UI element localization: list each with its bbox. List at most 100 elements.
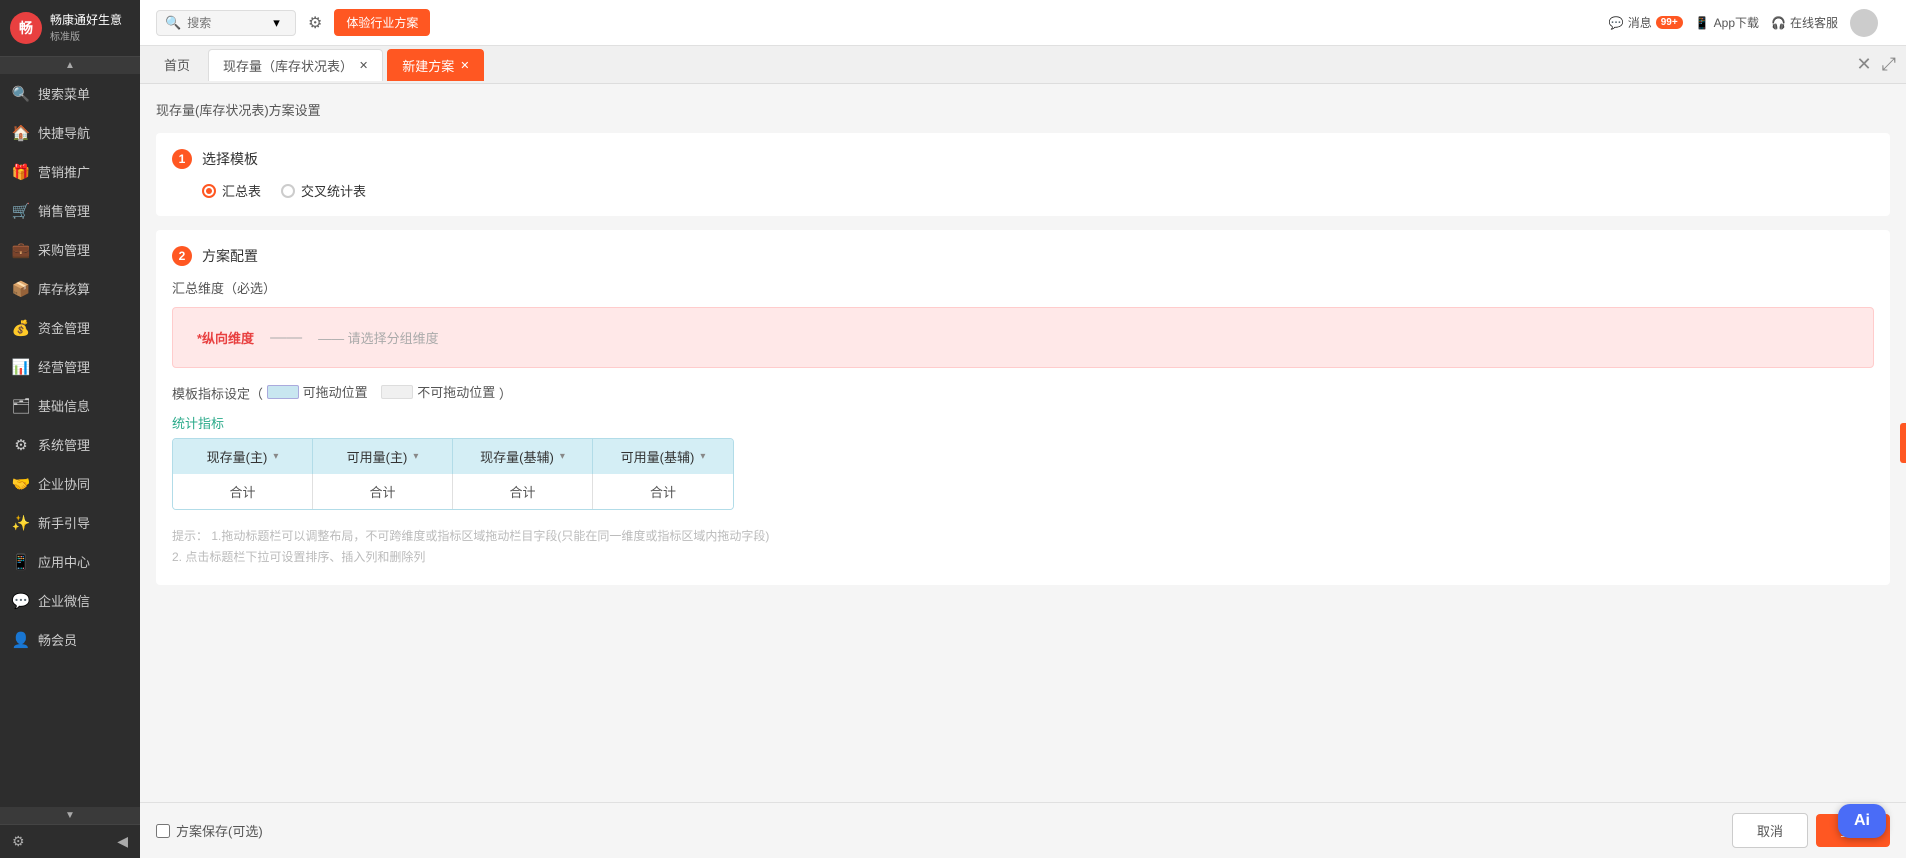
sidebar-item-corp-weixin[interactable]: 💬 企业微信: [0, 581, 140, 620]
online-service-button[interactable]: 🎧 在线客服: [1771, 14, 1838, 31]
sales-icon: 🛒: [12, 202, 30, 220]
col-body-0: 合计: [173, 474, 313, 509]
ai-button[interactable]: Ai: [1838, 804, 1886, 838]
step2-title: 方案配置: [202, 246, 258, 266]
settings-icon[interactable]: ⚙: [12, 833, 25, 850]
tab-inventory-status[interactable]: 现存量（库存状况表） ✕: [208, 49, 383, 81]
sidebar-item-label: 库存核算: [38, 279, 90, 298]
search-menu-icon: 🔍: [12, 85, 30, 103]
sidebar-item-system[interactable]: ⚙ 系统管理: [0, 425, 140, 464]
stats-section: 统计指标 现存量(主) ▾ 可用量(主) ▾ 现存量(基辅): [172, 413, 1874, 510]
sidebar-item-label: 搜索菜单: [38, 84, 90, 103]
sidebar-item-label: 企业协同: [38, 474, 90, 493]
sidebar-item-label: 经营管理: [38, 357, 90, 376]
col-body-3: 合计: [593, 474, 733, 509]
settings-gear-icon[interactable]: ⚙: [308, 13, 322, 33]
sidebar-item-sales[interactable]: 🛒 销售管理: [0, 191, 140, 230]
radio-summary[interactable]: 汇总表: [202, 181, 261, 200]
topbar: 🔍 ▾ ⚙ 体验行业方案 💬 消息 99+ 📱 App下载 🎧 在线客服: [140, 0, 1906, 46]
sidebar-item-membership[interactable]: 👤 畅会员: [0, 620, 140, 659]
tab-home[interactable]: 首页: [150, 49, 204, 80]
sidebar-nav: 🔍 搜索菜单 🏠 快捷导航 🎁 营销推广 🛒 销售管理 💼 采购管理 📦 库存核…: [0, 74, 140, 807]
service-icon: 🎧: [1771, 16, 1786, 30]
stats-table-header: 现存量(主) ▾ 可用量(主) ▾ 现存量(基辅) ▾ 可用量(基辅): [173, 439, 733, 474]
tips-section: 提示： 1.拖动标题栏可以调整布局，不可跨维度或指标区域拖动栏目字段(只能在同一…: [172, 526, 1874, 569]
sidebar-scroll-up[interactable]: ▲: [0, 57, 140, 74]
sidebar-item-operations[interactable]: 📊 经营管理: [0, 347, 140, 386]
tab-new-plan[interactable]: 新建方案 ✕: [387, 49, 484, 81]
save-checkbox[interactable]: [156, 824, 170, 838]
inventory-icon: 📦: [12, 280, 30, 298]
search-dropdown-icon[interactable]: ▾: [273, 15, 280, 31]
finance-icon: 💰: [12, 319, 30, 337]
sidebar-item-purchase[interactable]: 💼 采购管理: [0, 230, 140, 269]
col-header-3[interactable]: 可用量(基辅) ▾: [593, 439, 733, 474]
step2-section: 2 方案配置 汇总维度（必选） *纵向维度 —— —— 请选择分组维度 模板指标…: [156, 230, 1890, 585]
sidebar-item-app-center[interactable]: 📱 应用中心: [0, 542, 140, 581]
search-input[interactable]: [187, 16, 267, 30]
corp-agreement-icon: 🤝: [12, 475, 30, 493]
dimension-placeholder: —— 请选择分组维度: [318, 328, 439, 347]
sidebar-item-finance[interactable]: 💰 资金管理: [0, 308, 140, 347]
page-title: 现存量(库存状况表)方案设置: [156, 100, 1890, 119]
purchase-icon: 💼: [12, 241, 30, 259]
user-avatar[interactable]: [1850, 9, 1878, 37]
col-header-1[interactable]: 可用量(主) ▾: [313, 439, 453, 474]
sidebar-item-inventory[interactable]: 📦 库存核算: [0, 269, 140, 308]
sidebar-item-label: 销售管理: [38, 201, 90, 220]
topbar-search-box[interactable]: 🔍 ▾: [156, 10, 296, 36]
industry-plan-button[interactable]: 体验行业方案: [334, 9, 430, 36]
dimension-row: *纵向维度 —— —— 请选择分组维度: [197, 328, 1849, 347]
metrics-label: 模板指标设定（ 可拖动位置 不可拖动位置 ）: [172, 382, 1874, 403]
content-footer: 方案保存(可选) 取消 查询: [140, 802, 1906, 858]
app-download-button[interactable]: 📱 App下载: [1695, 14, 1759, 31]
step1-section: 1 选择模板 汇总表 交叉统计表: [156, 133, 1890, 216]
sidebar-item-label: 营销推广: [38, 162, 90, 181]
tab-close-new-plan[interactable]: ✕: [460, 59, 469, 72]
resize-handle[interactable]: [1900, 423, 1906, 463]
sidebar-item-basic-info[interactable]: 🗂 基础信息: [0, 386, 140, 425]
quick-nav-icon: 🏠: [12, 124, 30, 142]
operations-icon: 📊: [12, 358, 30, 376]
col-header-0[interactable]: 现存量(主) ▾: [173, 439, 313, 474]
step2-header: 2 方案配置: [172, 246, 1874, 266]
radio-summary-circle: [202, 184, 216, 198]
summary-dimension-label: 汇总维度（必选）: [172, 278, 1874, 297]
sidebar-item-new-guide[interactable]: ✨ 新手引导: [0, 503, 140, 542]
cancel-button[interactable]: 取消: [1732, 813, 1808, 848]
search-icon: 🔍: [165, 15, 181, 31]
sidebar-item-label: 采购管理: [38, 240, 90, 259]
col-dropdown-3[interactable]: ▾: [700, 451, 705, 462]
app-center-icon: 📱: [12, 553, 30, 571]
stats-table: 现存量(主) ▾ 可用量(主) ▾ 现存量(基辅) ▾ 可用量(基辅): [172, 438, 734, 510]
col-header-2[interactable]: 现存量(基辅) ▾: [453, 439, 593, 474]
sidebar-item-label: 快捷导航: [38, 123, 90, 142]
col-dropdown-2[interactable]: ▾: [560, 451, 565, 462]
main-area: 🔍 ▾ ⚙ 体验行业方案 💬 消息 99+ 📱 App下载 🎧 在线客服 首页 …: [140, 0, 1906, 858]
col-dropdown-1[interactable]: ▾: [413, 451, 418, 462]
tab-close-all-icon[interactable]: ✕: [1857, 54, 1872, 75]
sidebar-scroll-down[interactable]: ▼: [0, 807, 140, 824]
notice-button[interactable]: 💬 消息 99+: [1609, 14, 1683, 31]
radio-cross-circle: [281, 184, 295, 198]
sidebar-item-search-menu[interactable]: 🔍 搜索菜单: [0, 74, 140, 113]
sidebar-footer: ⚙ ◀: [0, 824, 140, 858]
tab-close-inventory[interactable]: ✕: [359, 59, 368, 72]
membership-icon: 👤: [12, 631, 30, 649]
template-options: 汇总表 交叉统计表: [202, 181, 1874, 200]
stats-section-label: 统计指标: [172, 413, 1874, 432]
step1-header: 1 选择模板: [172, 149, 1874, 169]
sidebar-item-marketing[interactable]: 🎁 营销推广: [0, 152, 140, 191]
sidebar-item-quick-nav[interactable]: 🏠 快捷导航: [0, 113, 140, 152]
collapse-icon[interactable]: ◀: [117, 833, 128, 850]
col-dropdown-0[interactable]: ▾: [273, 451, 278, 462]
tab-expand-icon[interactable]: ⤢: [1882, 54, 1896, 75]
stats-table-body: 合计 合计 合计 合计: [173, 474, 733, 509]
basic-info-icon: 🗂: [12, 397, 30, 415]
dimension-required-area: *纵向维度 —— —— 请选择分组维度: [172, 307, 1874, 368]
logo-text: 畅康通好生意 标准版: [50, 13, 122, 44]
radio-cross[interactable]: 交叉统计表: [281, 181, 366, 200]
sidebar-item-corp-agreement[interactable]: 🤝 企业协同: [0, 464, 140, 503]
no-drag-position-indicator: [381, 385, 413, 399]
step1-number: 1: [172, 149, 192, 169]
